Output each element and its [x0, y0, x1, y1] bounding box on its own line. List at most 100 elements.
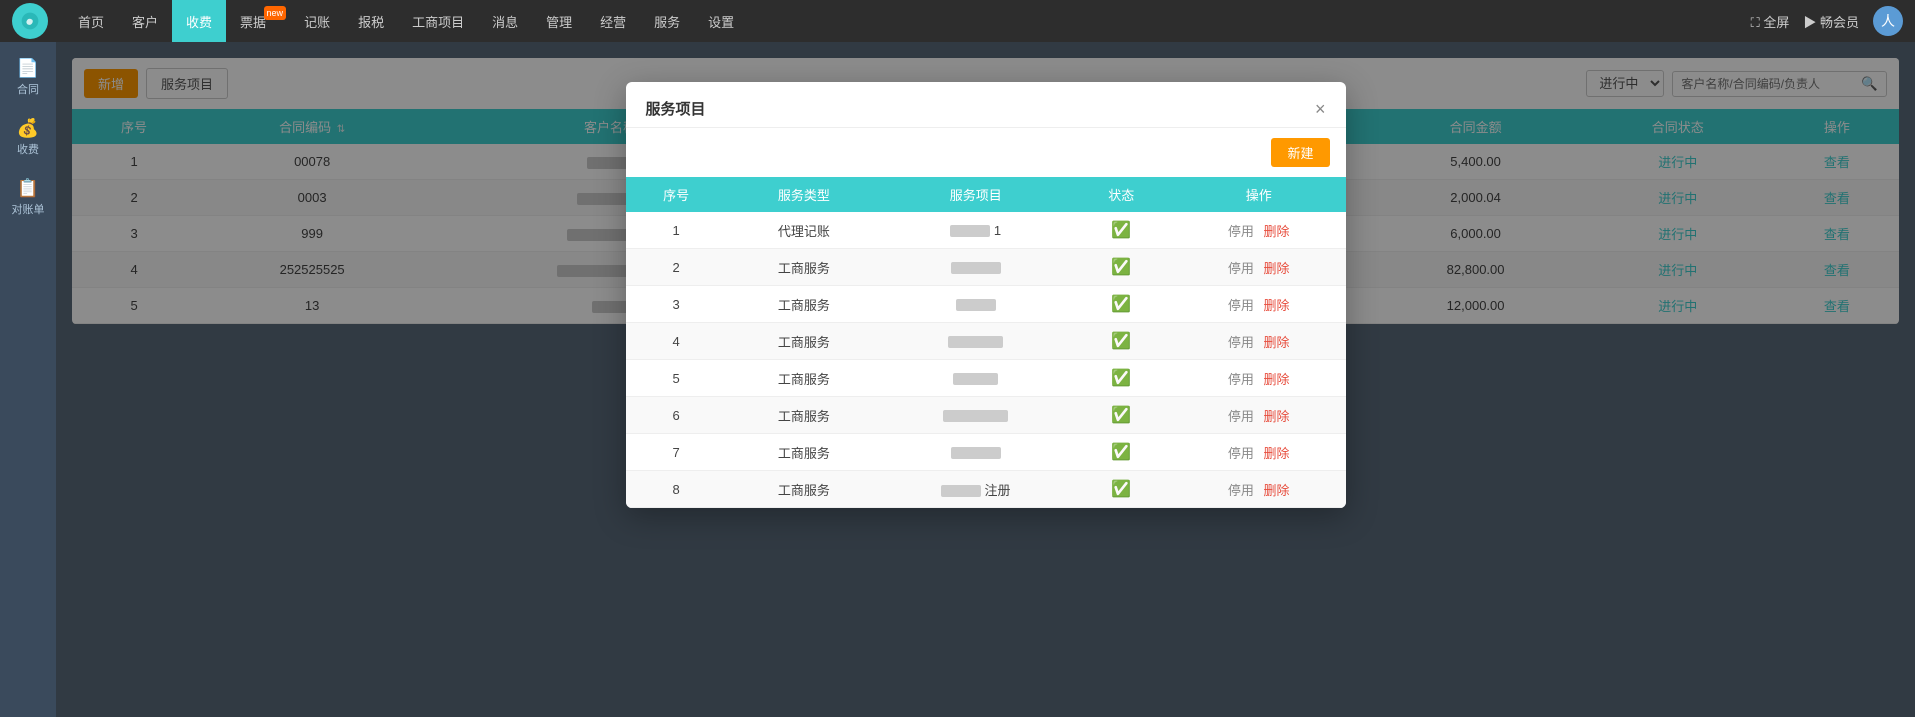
- cell-type: 代理记账: [727, 212, 881, 249]
- fullscreen-btn[interactable]: ⛶ 全屏: [1751, 12, 1790, 31]
- status-check-icon: ✅: [1111, 370, 1131, 387]
- sidebar-item-fee[interactable]: 💰 收费: [0, 110, 56, 166]
- nav-commerce[interactable]: 工商项目: [398, 0, 478, 42]
- dcol-status: 状态: [1071, 177, 1172, 212]
- sidebar-label-contract: 合同: [17, 81, 39, 97]
- dialog-toolbar: 新建: [626, 128, 1346, 177]
- cell-action: 停用 删除: [1172, 471, 1346, 508]
- stop-button[interactable]: 停用: [1228, 224, 1254, 239]
- top-nav: 首页 客户 收费 票据 new 记账 报税 工商项目 消息 管理 经营 服务 设…: [0, 0, 1915, 42]
- sidebar-label-reconcile: 对账单: [12, 201, 45, 217]
- main-content: 新增 服务项目 进行中 已终止 全部 🔍: [56, 42, 1915, 717]
- cell-action: 停用 删除: [1172, 212, 1346, 249]
- cell-status: ✅: [1071, 249, 1172, 286]
- service-table-row: 4 工商服务 ✅ 停用 删除: [626, 323, 1346, 360]
- stop-button[interactable]: 停用: [1228, 261, 1254, 276]
- stop-button[interactable]: 停用: [1228, 409, 1254, 424]
- cell-item: [881, 397, 1071, 434]
- cell-seq: 4: [626, 323, 727, 360]
- stop-button[interactable]: 停用: [1228, 335, 1254, 350]
- cell-status: ✅: [1071, 212, 1172, 249]
- dcol-seq: 序号: [626, 177, 727, 212]
- dialog-close-button[interactable]: ×: [1315, 100, 1326, 118]
- cell-status: ✅: [1071, 471, 1172, 508]
- status-check-icon: ✅: [1111, 296, 1131, 313]
- service-table: 序号 服务类型 服务项目 状态 操作 1 代理记账 1 ✅ 停用 删除: [626, 177, 1346, 508]
- sidebar-item-contract[interactable]: 📄 合同: [0, 50, 56, 106]
- nav-bookkeeping[interactable]: 记账: [290, 0, 344, 42]
- cell-status: ✅: [1071, 397, 1172, 434]
- cell-item: [881, 360, 1071, 397]
- stop-button[interactable]: 停用: [1228, 446, 1254, 461]
- service-table-row: 5 工商服务 ✅ 停用 删除: [626, 360, 1346, 397]
- nav-customer[interactable]: 客户: [118, 0, 172, 42]
- nav-message[interactable]: 消息: [478, 0, 532, 42]
- cell-item: [881, 434, 1071, 471]
- cell-seq: 7: [626, 434, 727, 471]
- dialog-body: 序号 服务类型 服务项目 状态 操作 1 代理记账 1 ✅ 停用 删除: [626, 177, 1346, 508]
- cell-action: 停用 删除: [1172, 286, 1346, 323]
- cell-seq: 2: [626, 249, 727, 286]
- status-check-icon: ✅: [1111, 444, 1131, 461]
- modal-overlay[interactable]: 服务项目 × 新建 序号 服务类型 服务项目 状态: [56, 42, 1915, 717]
- sidebar-item-reconcile[interactable]: 📋 对账单: [0, 170, 56, 226]
- status-check-icon: ✅: [1111, 259, 1131, 276]
- delete-button[interactable]: 删除: [1264, 298, 1290, 313]
- nav-business[interactable]: 经营: [586, 0, 640, 42]
- contract-icon: 📄: [17, 59, 39, 77]
- cell-type: 工商服务: [727, 471, 881, 508]
- avatar[interactable]: 人: [1873, 6, 1903, 36]
- status-check-icon: ✅: [1111, 333, 1131, 350]
- dcol-item: 服务项目: [881, 177, 1071, 212]
- nav-tax[interactable]: 报税: [344, 0, 398, 42]
- new-service-button[interactable]: 新建: [1271, 138, 1329, 167]
- cell-item: 注册: [881, 471, 1071, 508]
- stop-button[interactable]: 停用: [1228, 298, 1254, 313]
- nav-fee[interactable]: 收费: [172, 0, 226, 42]
- stop-button[interactable]: 停用: [1228, 372, 1254, 387]
- new-badge: new: [264, 6, 287, 20]
- nav-bill[interactable]: 票据 new: [226, 0, 290, 42]
- service-table-row: 2 工商服务 ✅ 停用 删除: [626, 249, 1346, 286]
- cell-status: ✅: [1071, 323, 1172, 360]
- delete-button[interactable]: 删除: [1264, 409, 1290, 424]
- nav-right: ⛶ 全屏 ▶ 畅会员 人: [1751, 6, 1903, 36]
- delete-button[interactable]: 删除: [1264, 372, 1290, 387]
- logo: [12, 3, 48, 39]
- vip-btn[interactable]: ▶ 畅会员: [1803, 12, 1859, 31]
- cell-type: 工商服务: [727, 360, 881, 397]
- service-table-row: 3 工商服务 ✅ 停用 删除: [626, 286, 1346, 323]
- nav-home[interactable]: 首页: [64, 0, 118, 42]
- nav-manage[interactable]: 管理: [532, 0, 586, 42]
- cell-action: 停用 删除: [1172, 434, 1346, 471]
- cell-seq: 3: [626, 286, 727, 323]
- delete-button[interactable]: 删除: [1264, 261, 1290, 276]
- stop-button[interactable]: 停用: [1228, 483, 1254, 498]
- service-dialog: 服务项目 × 新建 序号 服务类型 服务项目 状态: [626, 82, 1346, 508]
- nav-service[interactable]: 服务: [640, 0, 694, 42]
- status-check-icon: ✅: [1111, 222, 1131, 239]
- layout: 📄 合同 💰 收费 📋 对账单 新增 服务项目 进行中 已终止 全部: [0, 42, 1915, 717]
- delete-button[interactable]: 删除: [1264, 224, 1290, 239]
- dcol-action: 操作: [1172, 177, 1346, 212]
- cell-seq: 6: [626, 397, 727, 434]
- cell-type: 工商服务: [727, 249, 881, 286]
- cell-status: ✅: [1071, 360, 1172, 397]
- dialog-title: 服务项目: [646, 98, 706, 119]
- cell-type: 工商服务: [727, 323, 881, 360]
- fee-icon: 💰: [17, 119, 39, 137]
- delete-button[interactable]: 删除: [1264, 446, 1290, 461]
- cell-type: 工商服务: [727, 434, 881, 471]
- cell-action: 停用 删除: [1172, 249, 1346, 286]
- sidebar: 📄 合同 💰 收费 📋 对账单: [0, 42, 56, 717]
- cell-seq: 1: [626, 212, 727, 249]
- delete-button[interactable]: 删除: [1264, 483, 1290, 498]
- cell-item: [881, 249, 1071, 286]
- cell-action: 停用 删除: [1172, 397, 1346, 434]
- service-table-row: 7 工商服务 ✅ 停用 删除: [626, 434, 1346, 471]
- service-table-row: 6 工商服务 ✅ 停用 删除: [626, 397, 1346, 434]
- cell-seq: 5: [626, 360, 727, 397]
- nav-settings[interactable]: 设置: [694, 0, 748, 42]
- delete-button[interactable]: 删除: [1264, 335, 1290, 350]
- cell-status: ✅: [1071, 434, 1172, 471]
